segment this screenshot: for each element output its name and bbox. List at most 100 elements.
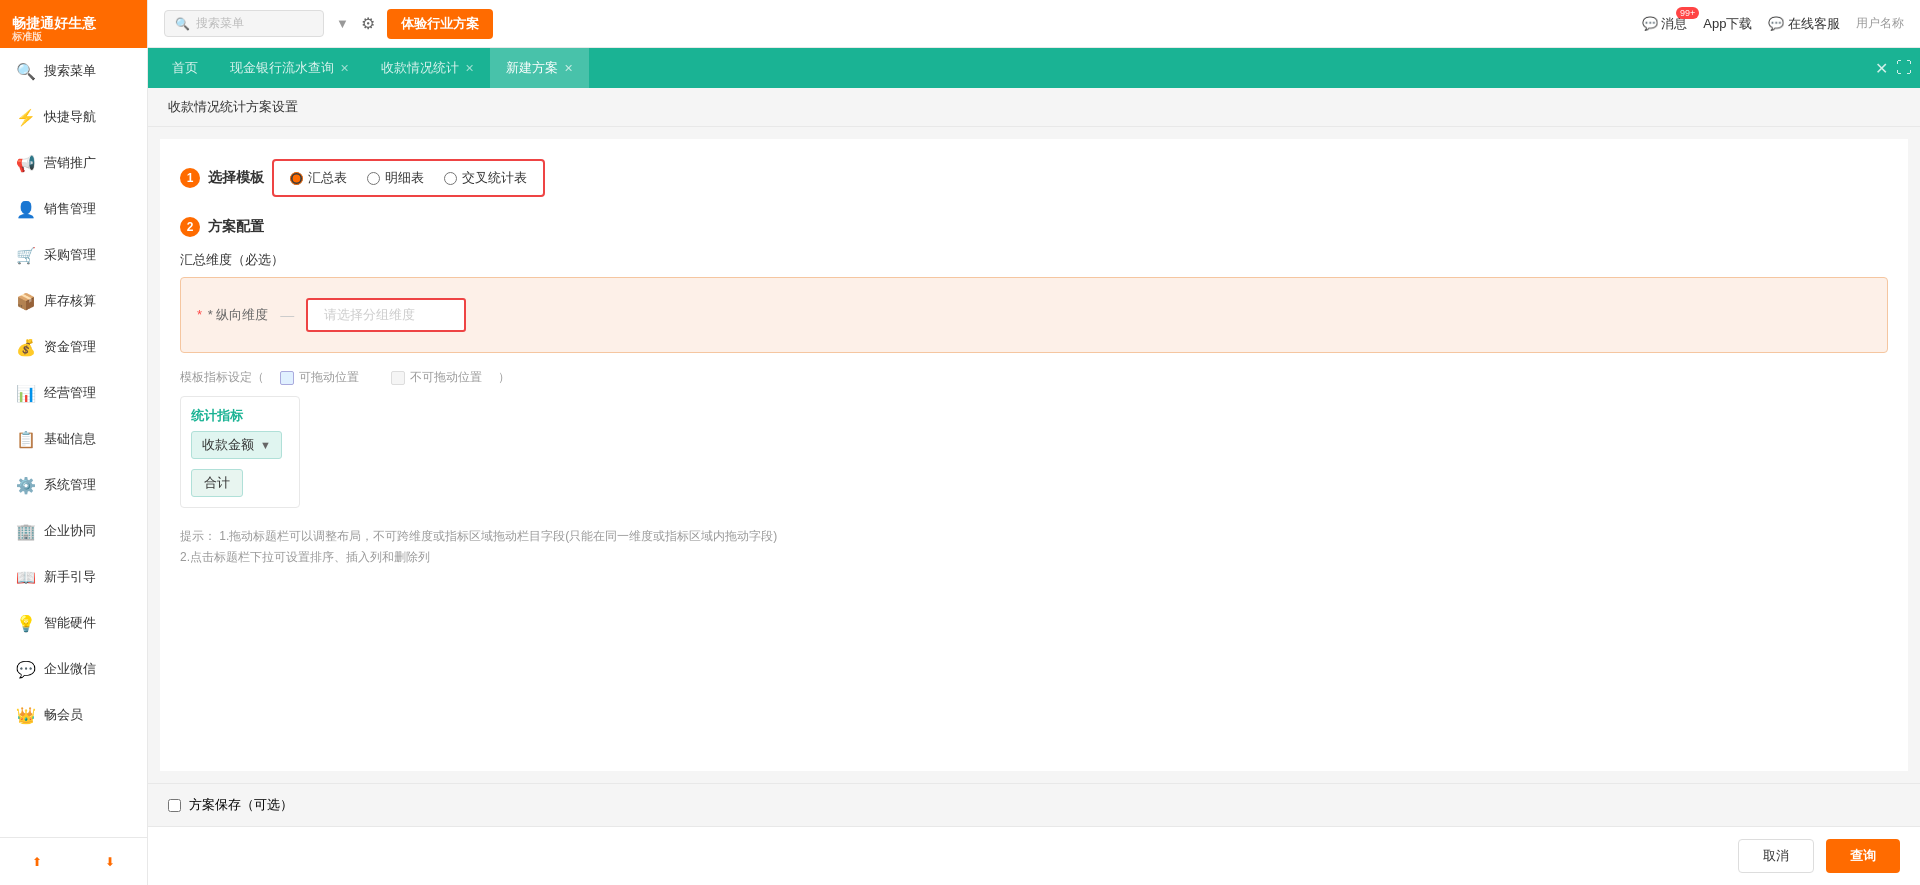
sidebar-item-label: 企业微信	[44, 660, 96, 678]
sidebar-item-sales[interactable]: 👤 销售管理	[0, 186, 147, 232]
sidebar: 畅捷通好生意 标准版 🔍 搜索菜单 ⚡ 快捷导航 📢 营销推广 👤 销售管理 🛒…	[0, 0, 148, 885]
dimension-select[interactable]: 请选择分组维度	[306, 298, 466, 332]
dropdown-arrow-icon: ▼	[260, 439, 271, 451]
system-icon: ⚙️	[16, 476, 36, 495]
sidebar-item-label: 资金管理	[44, 338, 96, 356]
radio-summary[interactable]: 汇总表	[290, 169, 347, 187]
arrow-icon: —	[280, 307, 294, 323]
tip-1: 提示： 1.拖动标题栏可以调整布局，不可跨维度或指标区域拖动栏目字段(只能在同一…	[180, 528, 1888, 545]
sidebar-item-vip[interactable]: 👑 畅会员	[0, 692, 147, 738]
radio-cross-label: 交叉统计表	[462, 169, 527, 187]
tab-home[interactable]: 首页	[156, 48, 214, 88]
radio-detail-label: 明细表	[385, 169, 424, 187]
marketing-icon: 📢	[16, 154, 36, 173]
metric-amount-label: 收款金额	[202, 436, 254, 454]
footer-actions: 取消 查询	[148, 826, 1920, 885]
sidebar-item-purchase[interactable]: 🛒 采购管理	[0, 232, 147, 278]
radio-detail[interactable]: 明细表	[367, 169, 424, 187]
vip-icon: 👑	[16, 706, 36, 725]
sidebar-item-enterprise[interactable]: 🏢 企业协同	[0, 508, 147, 554]
sidebar-footer-item2[interactable]: ⬇	[105, 855, 115, 869]
save-option-label: 方案保存（可选）	[189, 796, 293, 814]
radio-summary-input[interactable]	[290, 172, 303, 185]
sidebar-item-label: 经营管理	[44, 384, 96, 402]
step2-badge: 2	[180, 217, 200, 237]
sidebar-item-marketing[interactable]: 📢 营销推广	[0, 140, 147, 186]
tip-2: 2.点击标题栏下拉可设置排序、插入列和删除列	[180, 549, 1888, 566]
sidebar-item-label: 智能硬件	[44, 614, 96, 632]
app-download-link[interactable]: App下载	[1703, 15, 1752, 33]
dimension-title: 汇总维度（必选）	[180, 251, 1888, 269]
sidebar-item-label: 搜索菜单	[44, 62, 96, 80]
enterprise-icon: 🏢	[16, 522, 36, 541]
step1-section: 1 选择模板 汇总表 明细表 交叉统计表	[180, 159, 1888, 197]
sidebar-item-wechat[interactable]: 💬 企业微信	[0, 646, 147, 692]
sidebar-item-label: 库存核算	[44, 292, 96, 310]
sidebar-item-label: 畅会员	[44, 706, 83, 724]
radio-summary-label: 汇总表	[308, 169, 347, 187]
notification-bell[interactable]: 💬 消息 99+	[1642, 15, 1688, 33]
management-icon: 📊	[16, 384, 36, 403]
content-area: 收款情况统计方案设置 1 选择模板 汇总表 明细表	[148, 88, 1920, 885]
search-icon: 🔍	[16, 62, 36, 81]
form-container: 1 选择模板 汇总表 明细表 交叉统计表	[160, 139, 1908, 771]
sidebar-item-hardware[interactable]: 💡 智能硬件	[0, 600, 147, 646]
save-option-checkbox[interactable]	[168, 799, 181, 812]
template-options: 汇总表 明细表 交叉统计表	[272, 159, 545, 197]
draggable-box-icon	[280, 371, 294, 385]
sidebar-item-guide[interactable]: 📖 新手引导	[0, 554, 147, 600]
sidebar-item-management[interactable]: 📊 经营管理	[0, 370, 147, 416]
sidebar-footer-item1[interactable]: ⬆	[32, 855, 42, 869]
trial-button[interactable]: 体验行业方案	[387, 9, 493, 39]
sidebar-item-quicknav[interactable]: ⚡ 快捷导航	[0, 94, 147, 140]
tab-expand[interactable]: ⛶	[1896, 59, 1912, 78]
sidebar-item-search[interactable]: 🔍 搜索菜单	[0, 48, 147, 94]
metrics-table-header: 统计指标	[191, 407, 289, 425]
metric-tag-amount[interactable]: 收款金额 ▼	[191, 431, 282, 459]
sidebar-item-label: 销售管理	[44, 200, 96, 218]
cancel-button[interactable]: 取消	[1738, 839, 1814, 873]
tab-close-all[interactable]: ✕	[1875, 59, 1888, 78]
tab-newplan[interactable]: 新建方案 ✕	[490, 48, 589, 88]
step1-badge: 1	[180, 168, 200, 188]
tab-cashflow[interactable]: 现金银行流水查询 ✕	[214, 48, 365, 88]
dimension-section: 汇总维度（必选） * * 纵向维度 — 请选择分组维度	[180, 251, 1888, 353]
radio-detail-input[interactable]	[367, 172, 380, 185]
inventory-icon: 📦	[16, 292, 36, 311]
hint-nondraggable: 不可拖动位置	[391, 369, 482, 386]
sidebar-item-finance[interactable]: 💰 资金管理	[0, 324, 147, 370]
guide-icon: 📖	[16, 568, 36, 587]
tab-cashflow-close[interactable]: ✕	[340, 62, 349, 75]
tab-receivable[interactable]: 收款情况统计 ✕	[365, 48, 490, 88]
metrics-config-label: 模板指标设定（	[180, 369, 264, 386]
tips-section: 提示： 1.拖动标题栏可以调整布局，不可跨维度或指标区域拖动栏目字段(只能在同一…	[180, 528, 1888, 566]
tab-newplan-close[interactable]: ✕	[564, 62, 573, 75]
hint-close-paren: ）	[498, 369, 510, 386]
tab-home-label: 首页	[172, 59, 198, 77]
online-service-link[interactable]: 💬 在线客服	[1768, 15, 1840, 33]
topbar-right: 💬 消息 99+ App下载 💬 在线客服 用户名称	[1642, 15, 1904, 33]
tab-receivable-close[interactable]: ✕	[465, 62, 474, 75]
sidebar-item-inventory[interactable]: 📦 库存核算	[0, 278, 147, 324]
step2-header: 2 方案配置	[180, 217, 1888, 237]
search-menu-icon: 🔍	[175, 17, 190, 31]
sidebar-item-basics[interactable]: 📋 基础信息	[0, 416, 147, 462]
tab-cashflow-label: 现金银行流水查询	[230, 59, 334, 77]
sales-icon: 👤	[16, 200, 36, 219]
radio-cross[interactable]: 交叉统计表	[444, 169, 527, 187]
hint-draggable-label: 可拖动位置	[299, 369, 359, 386]
radio-cross-input[interactable]	[444, 172, 457, 185]
hint-nondraggable-label: 不可拖动位置	[410, 369, 482, 386]
query-button[interactable]: 查询	[1826, 839, 1900, 873]
sidebar-item-system[interactable]: ⚙️ 系统管理	[0, 462, 147, 508]
metrics-section: 模板指标设定（ 可拖动位置 不可拖动位置 ） 统计指标	[180, 369, 1888, 508]
metrics-wrapper: 统计指标 收款金额 ▼ 合计	[180, 396, 300, 508]
step2-section: 2 方案配置 汇总维度（必选） * * 纵向维度 — 请选择分组维度	[180, 217, 1888, 566]
gear-icon[interactable]: ⚙	[361, 14, 375, 33]
page-title: 收款情况统计方案设置	[148, 88, 1920, 127]
search-menu-input[interactable]: 🔍 搜索菜单	[164, 10, 324, 37]
draggable-hint: 模板指标设定（ 可拖动位置 不可拖动位置 ）	[180, 369, 1888, 386]
tab-actions: ✕ ⛶	[1875, 59, 1912, 78]
quicknav-icon: ⚡	[16, 108, 36, 127]
sidebar-item-label: 快捷导航	[44, 108, 96, 126]
